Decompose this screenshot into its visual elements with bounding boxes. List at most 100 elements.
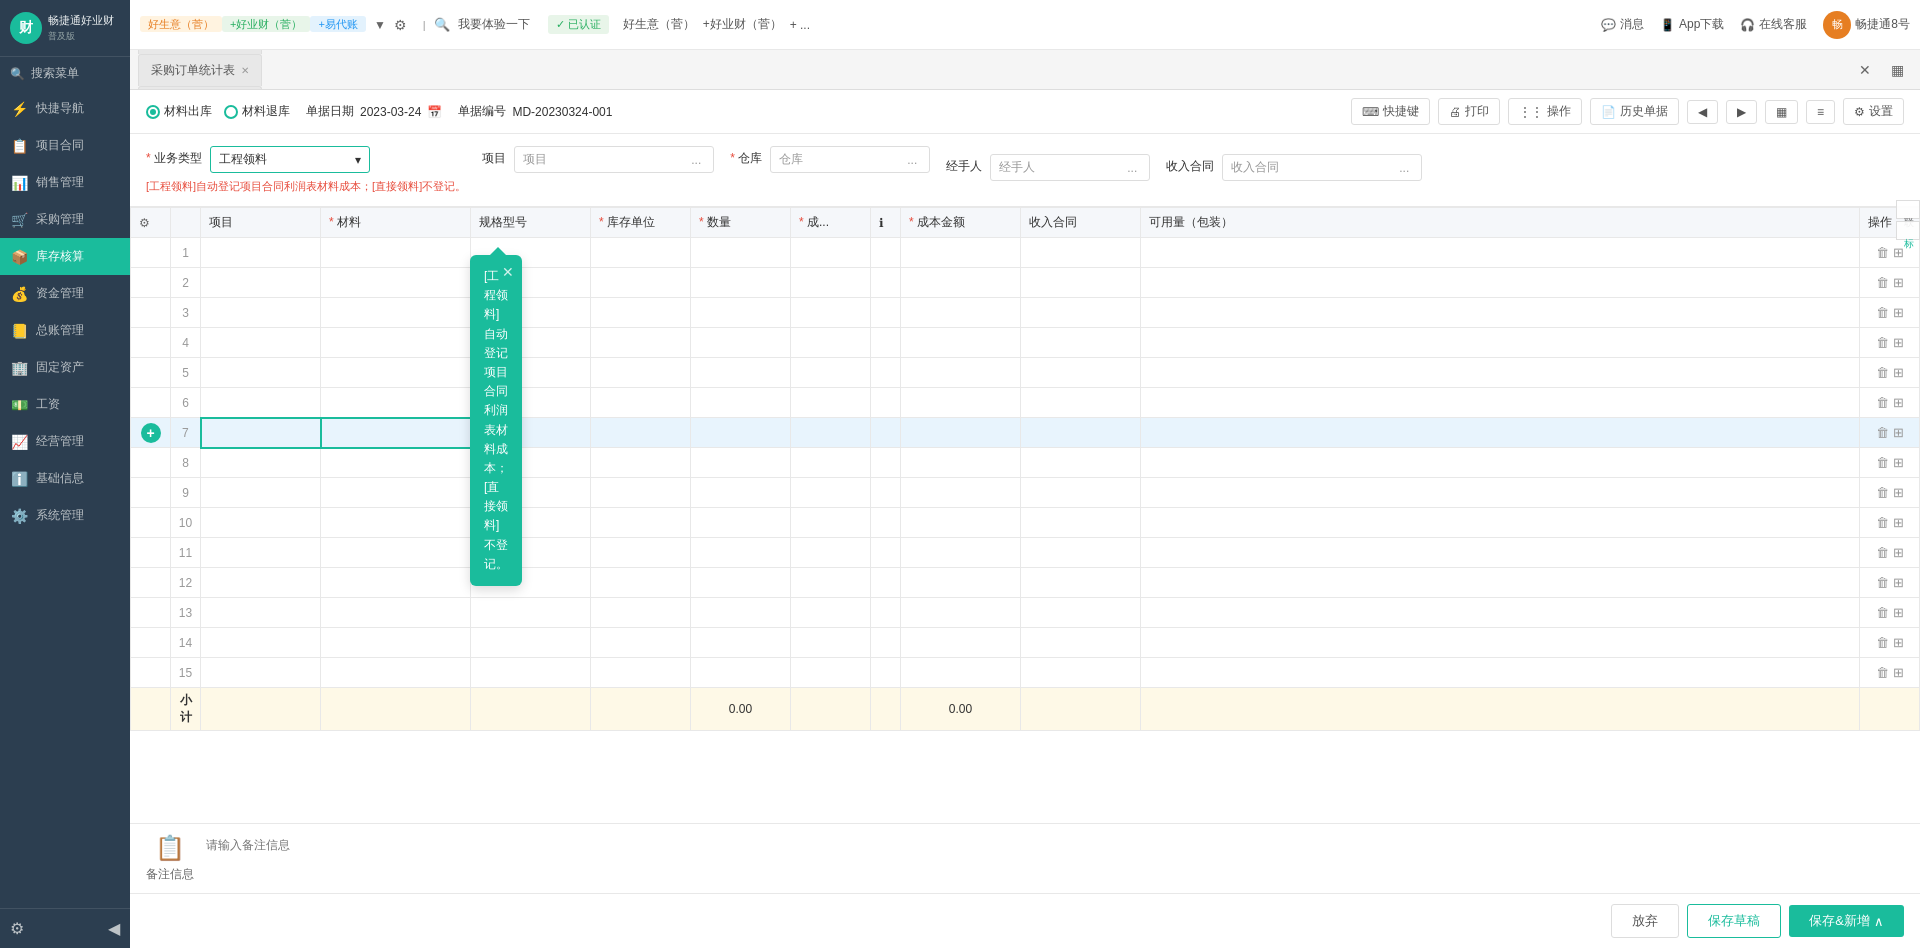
row-unit-cell[interactable]	[591, 658, 691, 688]
topbar-more-btn[interactable]: ▼	[374, 18, 386, 32]
bill-no-value[interactable]: MD-20230324-001	[512, 105, 612, 119]
row-spec-cell[interactable]	[471, 598, 591, 628]
row-material-cell[interactable]	[321, 658, 471, 688]
row-cost-price-cell[interactable]	[791, 388, 871, 418]
tab-grid-btn[interactable]: ▦	[1883, 58, 1912, 82]
row-material-cell[interactable]	[321, 478, 471, 508]
row-available-qty-cell[interactable]	[1141, 298, 1860, 328]
row-spec-cell[interactable]	[471, 628, 591, 658]
row-cost-amount-cell[interactable]	[901, 538, 1021, 568]
row-unit-cell[interactable]	[591, 598, 691, 628]
copy-row-btn[interactable]: ⊞	[1893, 275, 1904, 290]
discard-btn[interactable]: 放弃	[1611, 904, 1679, 938]
history-btn[interactable]: 📄 历史单据	[1590, 98, 1679, 125]
row-material-cell[interactable]	[321, 268, 471, 298]
row-qty-cell[interactable]	[691, 328, 791, 358]
row-unit-cell[interactable]	[591, 508, 691, 538]
biz-type-select[interactable]: 工程领料 ▾	[210, 146, 370, 173]
row-material-cell[interactable]	[321, 568, 471, 598]
row-cost-price-cell[interactable]	[791, 508, 871, 538]
row-cost-price-cell[interactable]	[791, 328, 871, 358]
row-qty-cell[interactable]	[691, 268, 791, 298]
delete-row-btn[interactable]: 🗑	[1876, 245, 1889, 260]
sidebar-item-purchase-mgmt[interactable]: 🛒采购管理	[0, 201, 130, 238]
row-income-contract-cell[interactable]	[1021, 328, 1141, 358]
handler-input[interactable]: 经手人 ...	[990, 154, 1150, 181]
message-btn[interactable]: 💬 消息	[1601, 16, 1644, 33]
copy-row-btn[interactable]: ⊞	[1893, 305, 1904, 320]
notes-input[interactable]	[206, 834, 1904, 856]
copy-row-btn[interactable]: ⊞	[1893, 395, 1904, 410]
delete-row-btn[interactable]: 🗑	[1876, 665, 1889, 680]
row-item-cell[interactable]	[201, 628, 321, 658]
row-available-qty-cell[interactable]	[1141, 268, 1860, 298]
delete-row-btn[interactable]: 🗑	[1876, 575, 1889, 590]
delete-row-btn[interactable]: 🗑	[1876, 545, 1889, 560]
date-value[interactable]: 2023-03-24	[360, 105, 421, 119]
tab-采购费用分摊单[interactable]: 采购费用分摊单✕	[138, 50, 262, 54]
row-income-contract-cell[interactable]	[1021, 238, 1141, 268]
save-draft-btn[interactable]: 保存草稿	[1687, 904, 1781, 938]
row-unit-cell[interactable]	[591, 298, 691, 328]
delete-row-btn[interactable]: 🗑	[1876, 515, 1889, 530]
row-available-qty-cell[interactable]	[1141, 628, 1860, 658]
form-settings-btn[interactable]: ⚙ 设置	[1843, 98, 1904, 125]
collapse-sidebar-btn[interactable]: ◀	[108, 919, 120, 938]
row-unit-cell[interactable]	[591, 388, 691, 418]
row-cost-amount-cell[interactable]	[901, 388, 1021, 418]
copy-row-btn[interactable]: ⊞	[1893, 635, 1904, 650]
layout-grid-btn[interactable]: ▦	[1765, 100, 1798, 124]
delete-row-btn[interactable]: 🗑	[1876, 635, 1889, 650]
income-contract-ellipsis-icon[interactable]: ...	[1395, 161, 1413, 175]
row-cost-price-cell[interactable]	[791, 538, 871, 568]
delete-row-btn[interactable]: 🗑	[1876, 425, 1889, 440]
row-cost-amount-cell[interactable]	[901, 508, 1021, 538]
row-item-cell[interactable]	[201, 478, 321, 508]
row-material-cell[interactable]	[321, 388, 471, 418]
online-service-btn[interactable]: 🎧 在线客服	[1740, 16, 1807, 33]
sidebar-item-operations[interactable]: 📈经营管理	[0, 423, 130, 460]
row-available-qty-cell[interactable]	[1141, 388, 1860, 418]
row-material-cell[interactable]	[321, 298, 471, 328]
row-item-cell[interactable]	[201, 238, 321, 268]
copy-row-btn[interactable]: ⊞	[1893, 365, 1904, 380]
prev-record-btn[interactable]: ◀	[1687, 100, 1718, 124]
row-income-contract-cell[interactable]	[1021, 358, 1141, 388]
row-qty-cell[interactable]	[691, 508, 791, 538]
row-cost-amount-cell[interactable]	[901, 268, 1021, 298]
row-material-cell[interactable]	[321, 418, 471, 448]
row-income-contract-cell[interactable]	[1021, 538, 1141, 568]
row-item-cell[interactable]	[201, 598, 321, 628]
row-unit-cell[interactable]	[591, 568, 691, 598]
row-material-cell[interactable]	[321, 358, 471, 388]
copy-row-btn[interactable]: ⊞	[1893, 605, 1904, 620]
sidebar-item-project-contract[interactable]: 📋项目合同	[0, 127, 130, 164]
row-cost-amount-cell[interactable]	[901, 628, 1021, 658]
row-qty-cell[interactable]	[691, 448, 791, 478]
delete-row-btn[interactable]: 🗑	[1876, 305, 1889, 320]
row-material-cell[interactable]	[321, 448, 471, 478]
row-available-qty-cell[interactable]	[1141, 448, 1860, 478]
copy-row-btn[interactable]: ⊞	[1893, 485, 1904, 500]
delete-row-btn[interactable]: 🗑	[1876, 395, 1889, 410]
copy-row-btn[interactable]: ⊞	[1893, 425, 1904, 440]
row-cost-amount-cell[interactable]	[901, 598, 1021, 628]
row-qty-cell[interactable]	[691, 358, 791, 388]
row-cost-amount-cell[interactable]	[901, 238, 1021, 268]
tab-close-icon[interactable]: ✕	[241, 65, 249, 76]
row-unit-cell[interactable]	[591, 478, 691, 508]
row-qty-cell[interactable]	[691, 598, 791, 628]
sidebar-item-payroll[interactable]: 💵工资	[0, 386, 130, 423]
row-material-cell[interactable]	[321, 508, 471, 538]
row-cost-price-cell[interactable]	[791, 448, 871, 478]
grid-col-settings-icon[interactable]: ⚙	[139, 216, 150, 230]
row-income-contract-cell[interactable]	[1021, 268, 1141, 298]
row-item-cell[interactable]	[201, 358, 321, 388]
row-unit-cell[interactable]	[591, 358, 691, 388]
row-income-contract-cell[interactable]	[1021, 508, 1141, 538]
shortcut-key-btn[interactable]: ⌨ 快捷键	[1351, 98, 1430, 125]
sidebar-item-inventory[interactable]: 📦库存核算	[0, 238, 130, 275]
warehouse-ellipsis-icon[interactable]: ...	[903, 153, 921, 167]
row-unit-cell[interactable]	[591, 418, 691, 448]
project-ellipsis-icon[interactable]: ...	[687, 153, 705, 167]
